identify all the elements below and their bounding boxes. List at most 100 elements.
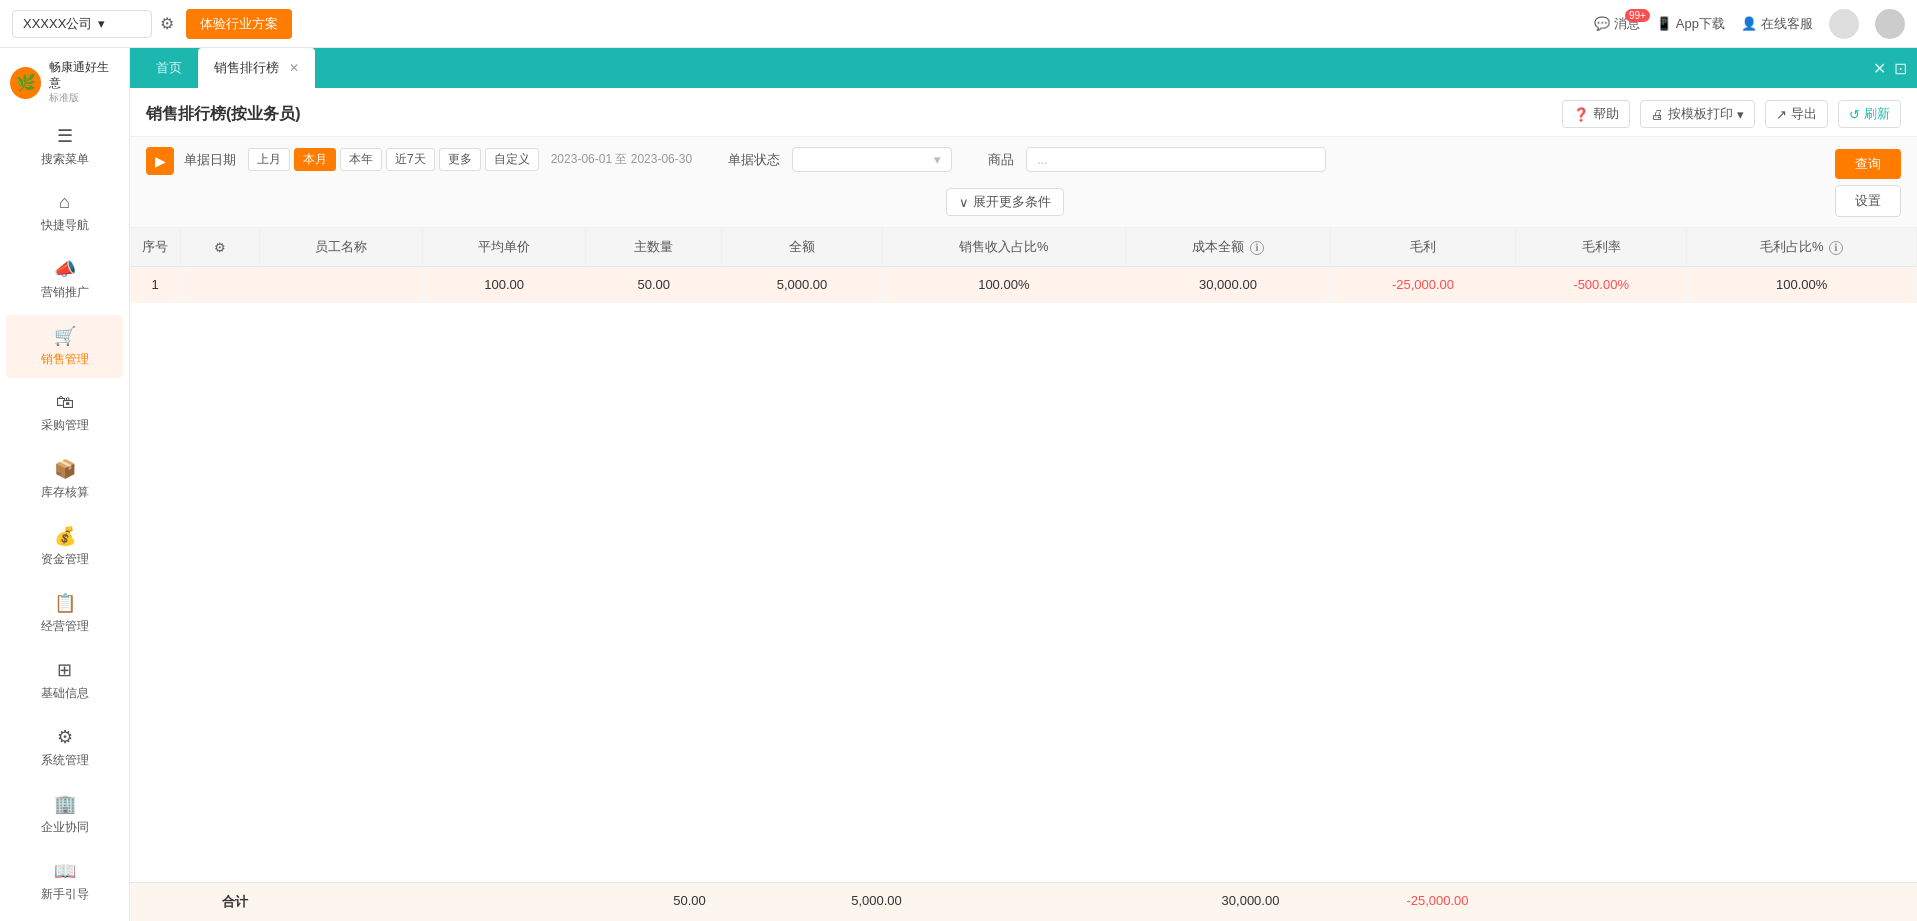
chevron-down-icon: ▾	[98, 16, 105, 31]
sidebar-label-quick: 快捷导航	[41, 217, 89, 234]
sidebar-item-guide[interactable]: 📖 新手引导	[6, 850, 123, 913]
window-expand-icon[interactable]: ⊡	[1894, 59, 1907, 78]
footer-sales-pct-cell	[970, 893, 1157, 911]
sidebar-label-finance: 资金管理	[41, 551, 89, 568]
col-employee: 员工名称	[259, 228, 422, 267]
sidebar-item-finance[interactable]: 💰 资金管理	[6, 515, 123, 578]
help-button[interactable]: ❓ 帮助	[1562, 100, 1630, 128]
gross-pct-info-icon[interactable]: ℹ	[1829, 241, 1843, 255]
date-label: 单据日期	[184, 151, 236, 169]
col-sales-pct: 销售收入占比%	[882, 228, 1125, 267]
avatar-2[interactable]	[1875, 9, 1905, 39]
table-cell: -500.00%	[1516, 267, 1687, 303]
status-chevron-icon: ▾	[934, 152, 941, 167]
table-cell: 1	[130, 267, 181, 303]
data-table: 序号 ⚙ 员工名称 平均单价 主数量 全额 销售收入占比% 成本全额 ℹ 毛利	[130, 228, 1917, 303]
sidebar-item-enterprise[interactable]: 🏢 企业协同	[6, 783, 123, 846]
sidebar-item-system[interactable]: ⚙ 系统管理	[6, 716, 123, 779]
date-btn-cur-month[interactable]: 本月	[294, 148, 336, 171]
sidebar-item-quick-nav[interactable]: ⌂ 快捷导航	[6, 182, 123, 244]
company-selector[interactable]: XXXXX公司 ▾	[12, 10, 152, 38]
sidebar-label-search: 搜索菜单	[41, 151, 89, 168]
date-btn-prev-month[interactable]: 上月	[248, 148, 290, 171]
col-qty: 主数量	[586, 228, 722, 267]
enterprise-icon: 🏢	[54, 793, 76, 815]
message-icon-item[interactable]: 💬 消息 99+	[1594, 15, 1640, 33]
sidebar-label-system: 系统管理	[41, 752, 89, 769]
sidebar: 🌿 畅康通好生意 标准版 ☰ 搜索菜单 ⌂ 快捷导航 📣 营销推广 🛒 销售管理…	[0, 48, 130, 921]
filter-expand-arrow[interactable]: ▶	[146, 147, 174, 175]
query-button[interactable]: 查询	[1835, 149, 1901, 179]
table-cell	[259, 267, 422, 303]
sidebar-label-guide: 新手引导	[41, 886, 89, 903]
page-actions: ❓ 帮助 🖨 按模板打印 ▾ ↗ 导出 ↺ 刷新	[1562, 100, 1901, 128]
sidebar-item-operations[interactable]: 📋 经营管理	[6, 582, 123, 645]
col-amount: 全额	[722, 228, 882, 267]
print-button[interactable]: 🖨 按模板打印 ▾	[1640, 100, 1755, 128]
purchase-icon: 🛍	[56, 392, 74, 413]
trial-button[interactable]: 体验行业方案	[186, 9, 292, 39]
export-icon: ↗	[1776, 107, 1787, 122]
date-quick-btns: 上月 本月 本年 近7天 更多 自定义	[248, 148, 539, 171]
date-btn-this-year[interactable]: 本年	[340, 148, 382, 171]
col-gross-pct: 毛利占比% ℹ	[1687, 228, 1917, 267]
tab-home[interactable]: 首页	[140, 48, 198, 88]
avatar[interactable]	[1829, 9, 1859, 39]
footer-qty-cell: 50.00	[596, 893, 783, 911]
sidebar-item-marketing[interactable]: 📣 营销推广	[6, 248, 123, 311]
sidebar-item-sales[interactable]: 🛒 销售管理	[6, 315, 123, 378]
footer-total-label: 合计	[222, 893, 409, 911]
date-btn-more[interactable]: 更多	[439, 148, 481, 171]
footer-gross-pct-cell	[1718, 893, 1905, 911]
expand-label: 展开更多条件	[973, 193, 1051, 211]
sidebar-item-purchase[interactable]: 🛍 采购管理	[6, 382, 123, 444]
footer-avg-price-cell	[409, 893, 596, 911]
refresh-button[interactable]: ↺ 刷新	[1838, 100, 1901, 128]
page-content: 销售排行榜(按业务员) ❓ 帮助 🖨 按模板打印 ▾ ↗ 导出	[130, 88, 1917, 921]
status-select[interactable]: ▾	[792, 147, 952, 172]
sidebar-item-search-orders[interactable]: ☰ 搜索菜单	[6, 115, 123, 178]
table-cell	[181, 267, 260, 303]
table-container: 序号 ⚙ 员工名称 平均单价 主数量 全额 销售收入占比% 成本全额 ℹ 毛利	[130, 228, 1917, 882]
content-area: 首页 销售排行榜 ✕ ✕ ⊡ 销售排行榜(按业务员) ❓ 帮助	[130, 48, 1917, 921]
goods-input[interactable]: ...	[1026, 147, 1326, 172]
goods-label: 商品	[988, 151, 1014, 169]
table-header-row: 序号 ⚙ 员工名称 平均单价 主数量 全额 销售收入占比% 成本全额 ℹ 毛利	[130, 228, 1917, 267]
table-cell: 100.00	[422, 267, 585, 303]
online-service-label: 在线客服	[1761, 15, 1813, 33]
refresh-label: 刷新	[1864, 105, 1890, 123]
print-chevron-icon: ▾	[1737, 107, 1744, 122]
expand-more-btn[interactable]: ∨ 展开更多条件	[946, 188, 1064, 216]
tab-close-icon[interactable]: ✕	[289, 61, 299, 75]
sales-icon: 🛒	[54, 325, 76, 347]
export-button[interactable]: ↗ 导出	[1765, 100, 1828, 128]
settings-icon[interactable]: ⚙	[160, 14, 174, 33]
sidebar-label-basic: 基础信息	[41, 685, 89, 702]
filter-settings-button[interactable]: 设置	[1835, 185, 1901, 217]
window-close-icon[interactable]: ✕	[1873, 59, 1886, 78]
col-gear: ⚙	[181, 228, 260, 267]
phone-icon: 📱	[1656, 16, 1672, 31]
date-btn-last7[interactable]: 近7天	[386, 148, 435, 171]
date-btn-custom[interactable]: 自定义	[485, 148, 539, 171]
service-icon: 👤	[1741, 16, 1757, 31]
print-label: 按模板打印	[1668, 105, 1733, 123]
cost-info-icon[interactable]: ℹ	[1250, 241, 1264, 255]
sidebar-item-inventory[interactable]: 📦 库存核算	[6, 448, 123, 511]
export-label: 导出	[1791, 105, 1817, 123]
app-download-item[interactable]: 📱 App下载	[1656, 15, 1725, 33]
app-download-label: App下载	[1676, 15, 1725, 33]
table-cell: 100.00%	[882, 267, 1125, 303]
online-service-item[interactable]: 👤 在线客服	[1741, 15, 1813, 33]
col-avg-price: 平均单价	[422, 228, 585, 267]
page-header: 销售排行榜(按业务员) ❓ 帮助 🖨 按模板打印 ▾ ↗ 导出	[130, 88, 1917, 137]
table-gear-icon[interactable]: ⚙	[214, 240, 226, 255]
footer-rank-cell	[142, 893, 182, 911]
sidebar-logo: 🌿 畅康通好生意 标准版	[0, 48, 129, 113]
header-right: 💬 消息 99+ 📱 App下载 👤 在线客服	[1594, 9, 1905, 39]
sidebar-item-app-center[interactable]: 📺 应用中心	[6, 917, 123, 921]
basic-info-icon: ⊞	[57, 659, 72, 681]
sidebar-item-basic-info[interactable]: ⊞ 基础信息	[6, 649, 123, 712]
tab-sales-ranking[interactable]: 销售排行榜 ✕	[198, 48, 315, 88]
page-title: 销售排行榜(按业务员)	[146, 104, 301, 125]
